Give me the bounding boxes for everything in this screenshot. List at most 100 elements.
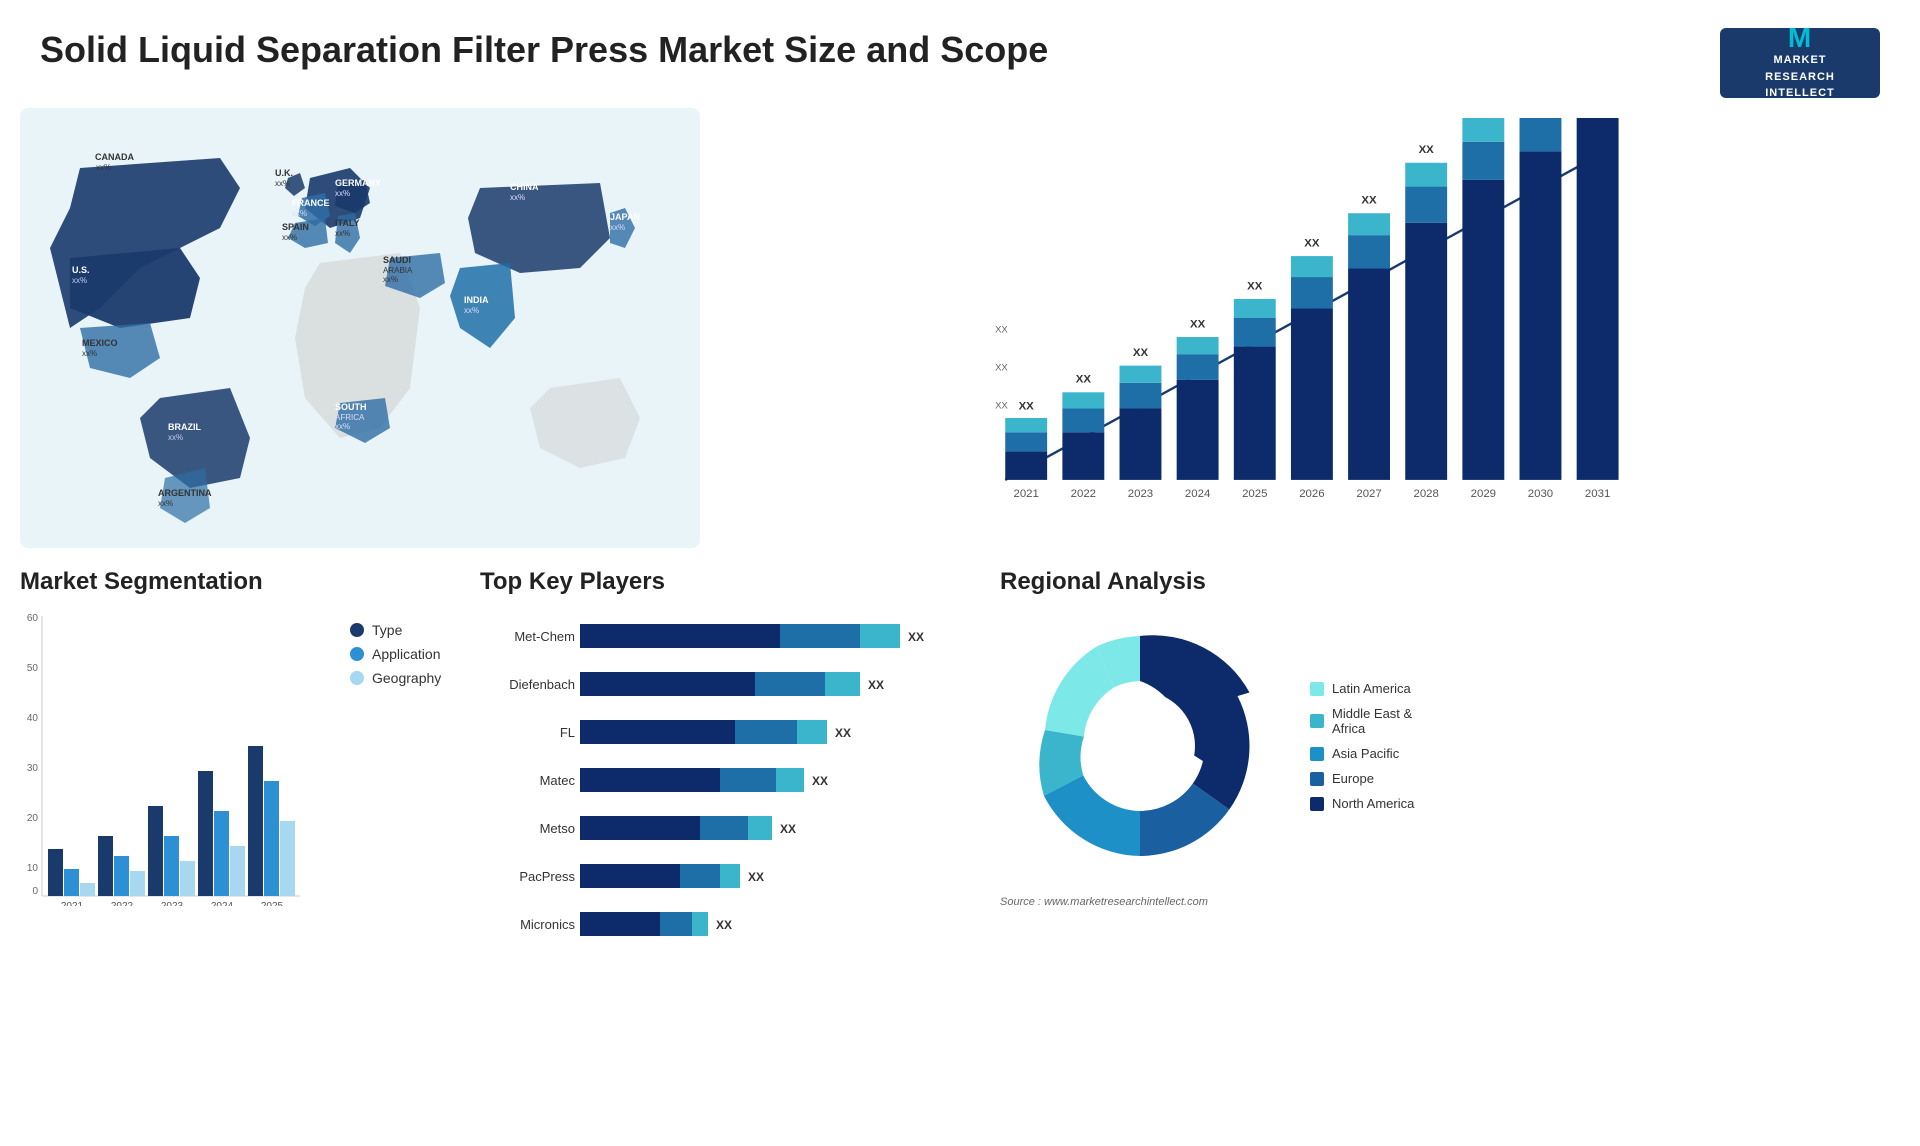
bottom-section: Market Segmentation 60 50 40 30 20 10 0 (0, 548, 1920, 1048)
svg-text:2029: 2029 (1471, 488, 1496, 500)
svg-text:30: 30 (27, 763, 39, 774)
svg-text:AFRICA: AFRICA (335, 413, 365, 422)
legend-application-label: Application (372, 646, 441, 662)
legend-europe: Europe (1310, 771, 1414, 786)
svg-text:XX: XX (835, 726, 851, 740)
legend-geography-label: Geography (372, 670, 441, 686)
svg-text:U.K.: U.K. (275, 168, 293, 178)
legend-asia-color (1310, 747, 1324, 761)
svg-text:60: 60 (27, 613, 39, 624)
svg-text:Matec: Matec (540, 773, 576, 788)
svg-text:XX: XX (1190, 319, 1206, 331)
svg-text:Metso: Metso (540, 821, 575, 836)
svg-text:xx%: xx% (168, 433, 183, 442)
svg-text:2028: 2028 (1414, 488, 1439, 500)
page-header: Solid Liquid Separation Filter Press Mar… (0, 0, 1920, 108)
logo-box: M MARKET RESEARCH INTELLECT (1720, 28, 1880, 98)
svg-text:XX: XX (995, 362, 1008, 373)
svg-text:FL: FL (560, 725, 575, 740)
svg-text:Met-Chem: Met-Chem (514, 629, 575, 644)
svg-text:xx%: xx% (464, 306, 479, 315)
bar-chart-svg: XX 2021 XX 2022 XX 2023 XX 2024 XX (740, 118, 1880, 518)
svg-text:XX: XX (1419, 144, 1435, 156)
svg-text:XX: XX (812, 774, 828, 788)
legend-application-dot (350, 647, 364, 661)
logo-line2: RESEARCH (1765, 69, 1835, 86)
legend-middle-east-africa: Middle East &Africa (1310, 706, 1414, 736)
players-chart: Met-Chem XX Diefenbach XX FL XX Matec XX (480, 606, 960, 996)
svg-text:20: 20 (27, 813, 39, 824)
svg-text:JAPAN: JAPAN (610, 212, 640, 222)
svg-text:xx%: xx% (335, 422, 350, 431)
svg-text:FRANCE: FRANCE (292, 198, 330, 208)
legend-mea-color (1310, 714, 1324, 728)
legend-geography-dot (350, 671, 364, 685)
legend-geography: Geography (350, 670, 441, 686)
svg-text:XX: XX (908, 630, 924, 644)
svg-text:XX: XX (1133, 347, 1149, 359)
legend-asia-pacific: Asia Pacific (1310, 746, 1414, 761)
svg-text:2023: 2023 (1128, 488, 1153, 500)
segmentation-legend: Type Application Geography (350, 622, 441, 911)
logo-area: M MARKET RESEARCH INTELLECT (1720, 28, 1880, 98)
svg-text:xx%: xx% (335, 189, 350, 198)
svg-text:xx%: xx% (158, 499, 173, 508)
segmentation-title: Market Segmentation (20, 568, 460, 596)
svg-text:ARABIA: ARABIA (383, 266, 413, 275)
svg-text:2026: 2026 (1299, 488, 1324, 500)
svg-text:U.S.: U.S. (72, 265, 90, 275)
svg-text:2022: 2022 (1071, 488, 1096, 500)
svg-text:ARGENTINA: ARGENTINA (158, 488, 212, 498)
donut-chart (1000, 606, 1280, 886)
legend-asia-label: Asia Pacific (1332, 746, 1399, 761)
svg-text:2025: 2025 (261, 901, 284, 906)
svg-text:MEXICO: MEXICO (82, 338, 118, 348)
svg-text:2031: 2031 (1585, 488, 1610, 500)
bar-chart-section: XX 2021 XX 2022 XX 2023 XX 2024 XX (720, 108, 1900, 548)
svg-text:xx%: xx% (610, 223, 625, 232)
svg-text:2023: 2023 (161, 901, 184, 906)
svg-text:2024: 2024 (1185, 488, 1211, 500)
svg-text:XX: XX (995, 324, 1008, 335)
segmentation-section: Market Segmentation 60 50 40 30 20 10 0 (20, 568, 460, 1038)
svg-text:xx%: xx% (335, 229, 350, 238)
source-text: Source : www.marketresearchintellect.com (1000, 896, 1900, 908)
legend-mea-label: Middle East &Africa (1332, 706, 1412, 736)
main-content: CANADA xx% U.S. xx% MEXICO xx% BRAZIL xx… (0, 108, 1920, 548)
legend-europe-label: Europe (1332, 771, 1374, 786)
logo-line3: INTELLECT (1765, 85, 1835, 102)
svg-text:2021: 2021 (1014, 488, 1039, 500)
svg-text:PacPress: PacPress (519, 869, 575, 884)
svg-text:CHINA: CHINA (510, 182, 539, 192)
svg-text:XX: XX (1247, 280, 1263, 292)
svg-text:XX: XX (1076, 374, 1092, 386)
svg-text:GERMANY: GERMANY (335, 178, 381, 188)
donut-container: Latin America Middle East &Africa Asia P… (1000, 606, 1900, 886)
svg-text:XX: XX (716, 918, 732, 932)
svg-text:2022: 2022 (111, 901, 134, 906)
svg-text:XX: XX (780, 822, 796, 836)
svg-text:XX: XX (1304, 238, 1320, 250)
svg-text:XX: XX (1019, 400, 1035, 412)
page-title: Solid Liquid Separation Filter Press Mar… (40, 28, 1048, 71)
svg-text:XX: XX (995, 400, 1008, 411)
svg-text:40: 40 (27, 713, 39, 724)
svg-text:xx%: xx% (510, 193, 525, 202)
svg-text:Diefenbach: Diefenbach (509, 677, 575, 692)
svg-text:xx%: xx% (383, 275, 398, 284)
svg-text:SOUTH: SOUTH (335, 402, 367, 412)
segmentation-chart: 60 50 40 30 20 10 0 2021 (20, 606, 300, 906)
map-section: CANADA xx% U.S. xx% MEXICO xx% BRAZIL xx… (20, 108, 700, 548)
regional-section: Regional Analysis (1000, 568, 1900, 1038)
svg-text:2027: 2027 (1356, 488, 1381, 500)
legend-type-label: Type (372, 622, 402, 638)
svg-text:2030: 2030 (1528, 488, 1553, 500)
svg-text:XX: XX (868, 678, 884, 692)
svg-text:xx%: xx% (96, 163, 111, 172)
svg-text:SAUDI: SAUDI (383, 255, 411, 265)
world-map: CANADA xx% U.S. xx% MEXICO xx% BRAZIL xx… (20, 108, 700, 548)
svg-text:Micronics: Micronics (520, 917, 575, 932)
svg-text:xx%: xx% (82, 349, 97, 358)
svg-text:XX: XX (748, 870, 764, 884)
svg-text:INDIA: INDIA (464, 295, 489, 305)
